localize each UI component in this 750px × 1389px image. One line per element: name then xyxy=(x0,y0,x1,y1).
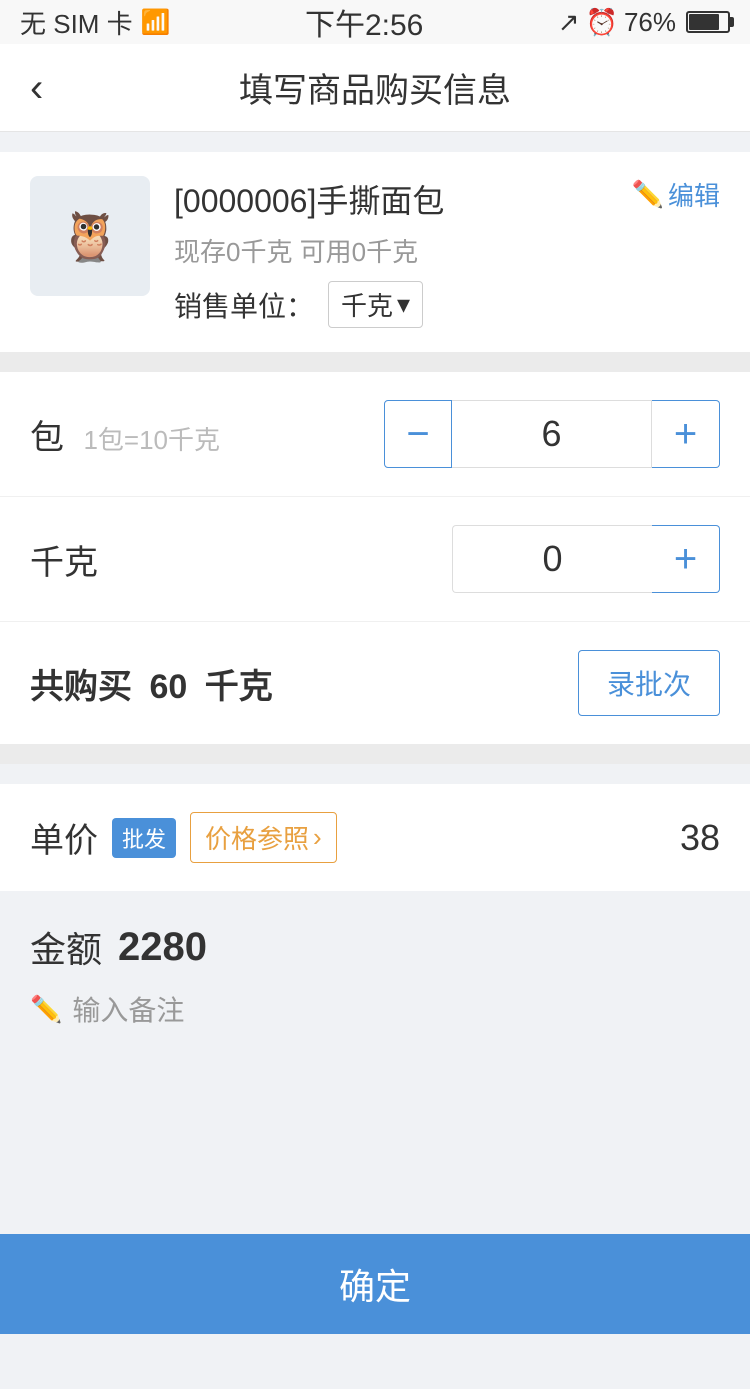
bag-input-row: 包 1包=10千克 − + xyxy=(0,372,750,497)
summary-row: 共购买 60 千克 录批次 xyxy=(0,622,750,744)
nav-bar: ‹ 填写商品购买信息 xyxy=(0,44,750,132)
empty-area xyxy=(0,1049,750,1389)
bag-input-controls: − + xyxy=(384,400,720,468)
divider-1 xyxy=(0,352,750,372)
amount-section: 金额 2280 ✏️ 输入备注 xyxy=(0,893,750,1049)
bag-hint: 1包=10千克 xyxy=(83,425,220,455)
arrow-icon: › xyxy=(313,822,322,853)
bag-label: 包 1包=10千克 xyxy=(30,410,384,459)
price-row: 单价 批发 价格参照 › 38 xyxy=(30,812,720,863)
summary-text: 共购买 60 千克 xyxy=(30,659,273,708)
unit-label: 销售单位： xyxy=(174,285,314,325)
product-logo: 🦉 xyxy=(60,208,120,265)
divider-2 xyxy=(0,744,750,764)
dropdown-arrow-icon: ▾ xyxy=(397,289,410,320)
product-stock: 现存0千克 可用0千克 xyxy=(174,232,720,269)
remark-row[interactable]: ✏️ 输入备注 xyxy=(30,989,720,1029)
page-title: 填写商品购买信息 xyxy=(239,63,511,112)
kg-input-row: 千克 + xyxy=(0,497,750,622)
kg-input-controls: + xyxy=(452,525,720,593)
price-section: 单价 批发 价格参照 › 38 xyxy=(0,784,750,891)
alarm-icon: ⏰ xyxy=(586,7,618,38)
kg-increment-button[interactable]: + xyxy=(652,525,720,593)
wifi-icon: 📶 xyxy=(141,8,171,37)
price-tag: 批发 xyxy=(112,818,176,858)
location-icon: ↗ xyxy=(558,7,580,38)
battery-icon xyxy=(686,11,730,33)
product-info: [0000006]手撕面包 ✏️ 编辑 现存0千克 可用0千克 销售单位： 千克… xyxy=(174,176,720,328)
status-time: 下午2:56 xyxy=(305,0,423,44)
product-name: [0000006]手撕面包 xyxy=(174,176,444,222)
price-reference-button[interactable]: 价格参照 › xyxy=(190,812,337,863)
edit-button[interactable]: ✏️ 编辑 xyxy=(632,176,720,213)
batch-button[interactable]: 录批次 xyxy=(578,650,720,716)
unit-value: 千克 xyxy=(341,286,393,323)
product-title-row: [0000006]手撕面包 ✏️ 编辑 xyxy=(174,176,720,222)
kg-label: 千克 xyxy=(30,535,452,584)
summary-amount: 60 xyxy=(149,668,187,706)
bag-quantity-input[interactable] xyxy=(452,400,652,468)
kg-quantity-input[interactable] xyxy=(452,525,652,593)
confirm-button[interactable]: 确定 xyxy=(339,1258,411,1310)
unit-select[interactable]: 千克 ▾ xyxy=(328,281,423,328)
status-bar: 无 SIM 卡 📶 下午2:56 ↗ ⏰ 76% xyxy=(0,0,750,44)
confirm-bar[interactable]: 确定 xyxy=(0,1234,750,1334)
bag-increment-button[interactable]: + xyxy=(652,400,720,468)
amount-label: 金额 xyxy=(30,921,102,973)
price-value: 38 xyxy=(680,817,720,859)
carrier-text: 无 SIM 卡 xyxy=(20,4,133,41)
amount-row: 金额 2280 xyxy=(30,921,720,973)
status-carrier: 无 SIM 卡 📶 xyxy=(20,4,171,41)
product-image: 🦉 xyxy=(30,176,150,296)
battery-percent: 76% xyxy=(624,7,676,38)
price-label: 单价 xyxy=(30,813,98,862)
pencil-icon: ✏️ xyxy=(30,994,62,1025)
remark-placeholder: 输入备注 xyxy=(72,989,184,1029)
bag-decrement-button[interactable]: − xyxy=(384,400,452,468)
back-button[interactable]: ‹ xyxy=(30,68,43,108)
product-section: 🦉 [0000006]手撕面包 ✏️ 编辑 现存0千克 可用0千克 销售单位： … xyxy=(0,152,750,352)
amount-value: 2280 xyxy=(118,925,207,970)
product-unit-row: 销售单位： 千克 ▾ xyxy=(174,281,720,328)
status-right: ↗ ⏰ 76% xyxy=(558,7,730,38)
